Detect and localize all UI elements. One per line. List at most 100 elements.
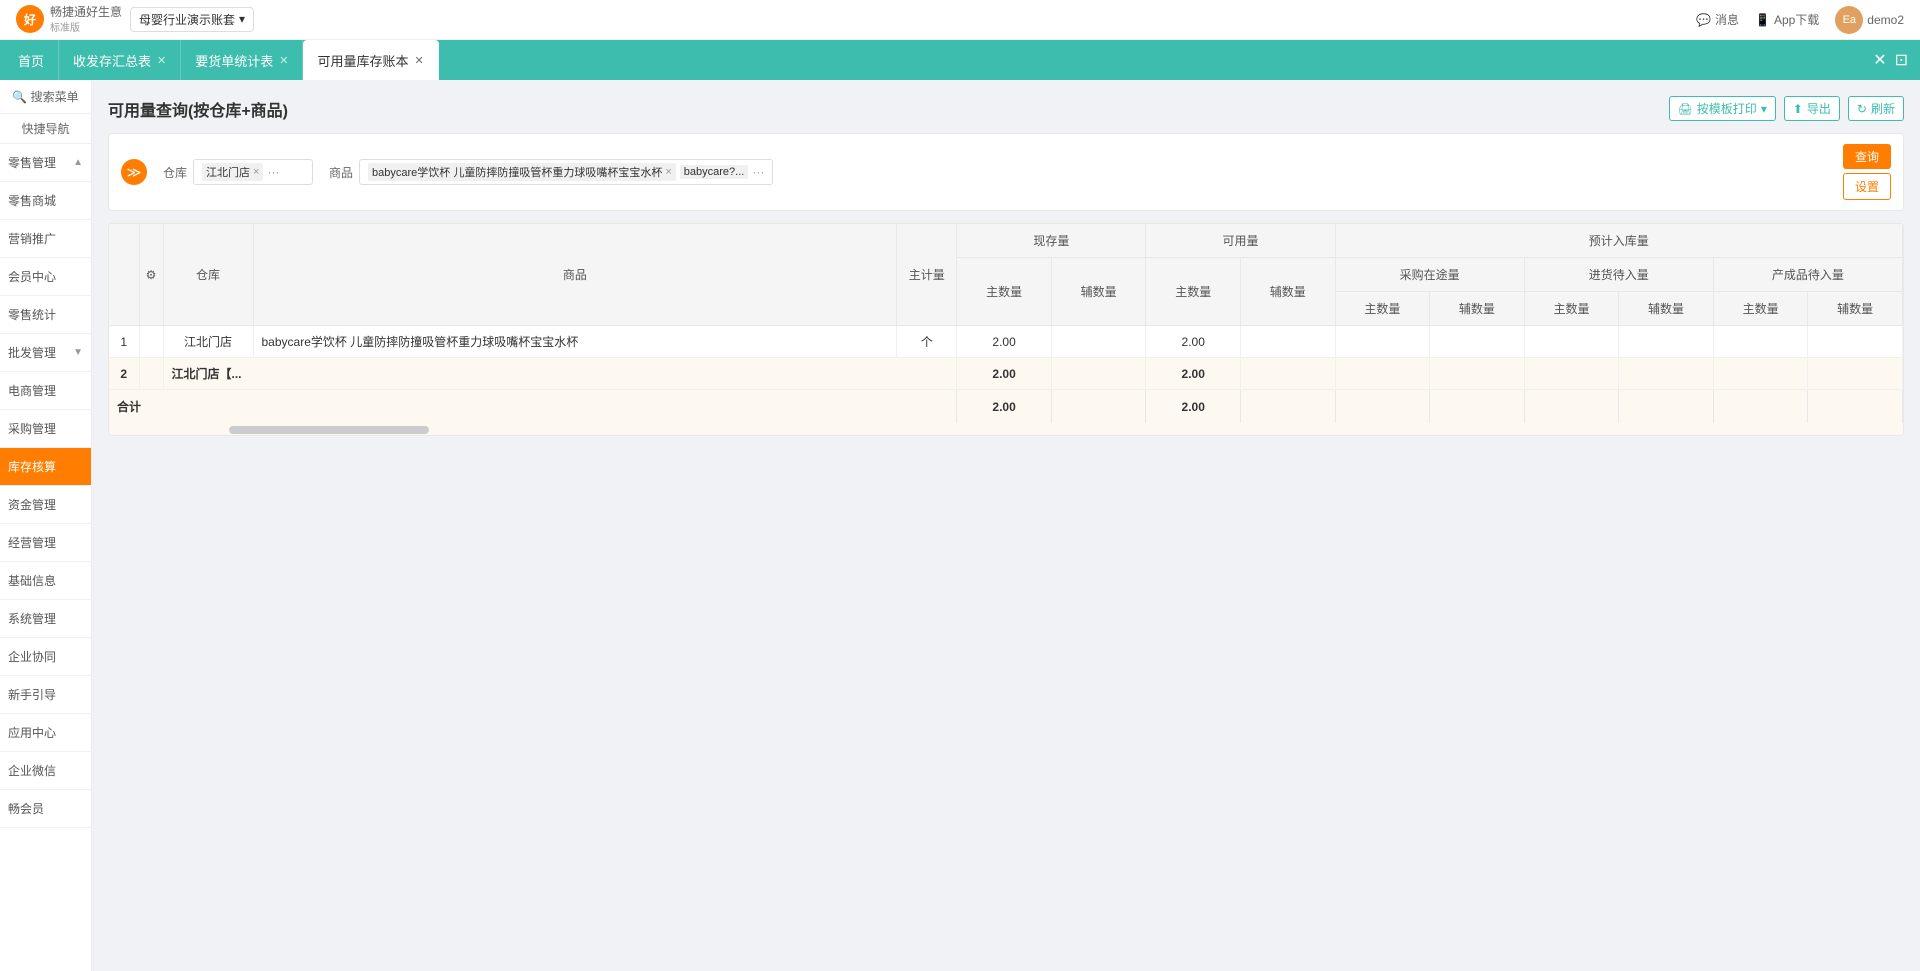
- sidebar-item-system[interactable]: 系统管理: [0, 600, 91, 638]
- subtotal-stock-main: 2.00: [957, 358, 1052, 390]
- scrollbar-row: [109, 423, 1903, 435]
- warehouse-more[interactable]: ···: [267, 165, 279, 179]
- cell-stock-aux: [1051, 326, 1146, 358]
- sidebar: 🔍 搜索菜单 快捷导航 零售管理 ▲ 零售商城 营销推广 会员中心 零售统计 批…: [0, 80, 92, 971]
- user-area[interactable]: Ea demo2: [1835, 6, 1904, 34]
- top-bar-right: 💬 消息 📱 App下载 Ea demo2: [1696, 6, 1904, 34]
- filter-bar: ≫ 仓库 江北门店 × ··· 商品 babycare: [108, 133, 1904, 211]
- product-input[interactable]: babycare学饮杯 儿童防摔防撞吸管杯重力球吸嘴杯宝宝水杯 × babyca…: [359, 159, 773, 185]
- col-incoming-main: 主数量: [1524, 292, 1619, 326]
- top-bar: 好 畅捷通好生意 标准版 母婴行业演示账套 ▾ 💬 消息 📱 App下载 Ea …: [0, 0, 1920, 40]
- tab-inventory[interactable]: 可用量库存账本 ✕: [303, 40, 438, 80]
- warehouse-tag-remove[interactable]: ×: [253, 166, 259, 178]
- footer-avail-aux: [1241, 390, 1336, 424]
- sidebar-item-app-center[interactable]: 应用中心: [0, 714, 91, 752]
- col-avail-main: 主数量: [1146, 258, 1241, 326]
- phone-icon: 📱: [1755, 13, 1770, 27]
- filter-warehouse-field: 仓库 江北门店 × ···: [163, 159, 313, 185]
- refresh-btn[interactable]: ↻ 刷新: [1848, 96, 1904, 121]
- sidebar-item-guide[interactable]: 新手引导: [0, 676, 91, 714]
- sidebar-item-app-center-label: 应用中心: [8, 724, 56, 741]
- sidebar-item-vip[interactable]: 畅会员: [0, 790, 91, 828]
- sidebar-item-ecommerce[interactable]: 电商管理: [0, 372, 91, 410]
- cell-stock-main: 2.00: [957, 326, 1052, 358]
- sidebar-search[interactable]: 🔍 搜索菜单: [0, 80, 91, 114]
- sidebar-item-basic-info[interactable]: 基础信息: [0, 562, 91, 600]
- tab-orders-label: 要货单统计表: [195, 51, 273, 70]
- col-incoming-group: 进货待入量: [1524, 258, 1713, 292]
- top-bar-left: 好 畅捷通好生意 标准版 母婴行业演示账套 ▾: [16, 5, 254, 34]
- warehouse-tag-text: 江北门店: [206, 164, 250, 180]
- sidebar-item-warehouse[interactable]: 库存核算: [0, 448, 91, 486]
- sidebar-item-guide-label: 新手引导: [8, 686, 56, 703]
- col-seq: [109, 224, 139, 326]
- col-stock-aux: 辅数量: [1051, 258, 1146, 326]
- settings-icon: ⚙: [146, 268, 157, 282]
- sidebar-item-operations-label: 经营管理: [8, 534, 56, 551]
- tab-receipts[interactable]: 收发存汇总表 ✕: [59, 40, 181, 80]
- message-btn[interactable]: 💬 消息: [1696, 11, 1739, 28]
- footer-stock-main: 2.00: [957, 390, 1052, 424]
- footer-i-aux: [1619, 390, 1714, 424]
- tab-receipts-close[interactable]: ✕: [157, 54, 166, 67]
- col-incoming-aux: 辅数量: [1619, 292, 1714, 326]
- filter-toggle-btn[interactable]: ≫: [121, 159, 147, 185]
- subtotal-row: 2 江北门店【... 2.00 2.00: [109, 358, 1903, 390]
- col-purchase-in-aux: 辅数量: [1430, 292, 1525, 326]
- sidebar-item-operations[interactable]: 经营管理: [0, 524, 91, 562]
- sidebar-item-retail-stats-label: 零售统计: [8, 306, 56, 323]
- sidebar-item-vip-label: 畅会员: [8, 800, 44, 817]
- sidebar-item-finance[interactable]: 资金管理: [0, 486, 91, 524]
- footer-prod-aux: [1808, 390, 1903, 424]
- tab-inventory-label: 可用量库存账本: [317, 51, 408, 70]
- chevron-down-icon: ▼: [73, 347, 83, 358]
- sidebar-item-purchase-label: 采购管理: [8, 420, 56, 437]
- col-stock-group: 现存量: [957, 224, 1146, 258]
- query-button[interactable]: 查询: [1843, 144, 1891, 169]
- warehouse-tag: 江北门店 ×: [202, 163, 263, 181]
- tab-receipts-label: 收发存汇总表: [73, 51, 151, 70]
- tab-orders-close[interactable]: ✕: [279, 54, 288, 67]
- tab-orders[interactable]: 要货单统计表 ✕: [181, 40, 303, 80]
- sidebar-item-enterprise[interactable]: 企业协同: [0, 638, 91, 676]
- footer-stock-aux: [1051, 390, 1146, 424]
- sidebar-item-wechat[interactable]: 企业微信: [0, 752, 91, 790]
- sidebar-item-retail-mall[interactable]: 零售商城: [0, 182, 91, 220]
- subtotal-avail-main: 2.00: [1146, 358, 1241, 390]
- sidebar-item-retail-mgmt[interactable]: 零售管理 ▲: [0, 144, 91, 182]
- product-tag2-text: babycare?...: [684, 166, 745, 178]
- tab-inventory-close[interactable]: ✕: [415, 54, 424, 67]
- sidebar-item-member[interactable]: 会员中心: [0, 258, 91, 296]
- settings-button[interactable]: 设置: [1843, 173, 1891, 200]
- industry-select[interactable]: 母婴行业演示账套 ▾: [130, 7, 254, 32]
- warehouse-input[interactable]: 江北门店 × ···: [193, 159, 313, 185]
- sidebar-nav[interactable]: 快捷导航: [0, 114, 91, 144]
- close-window-btn[interactable]: ✕: [1873, 50, 1886, 70]
- footer-label: 合计: [109, 390, 957, 424]
- app-download-btn[interactable]: 📱 App下载: [1755, 11, 1819, 28]
- product-more[interactable]: ···: [752, 165, 764, 179]
- col-production-main: 主数量: [1713, 292, 1808, 326]
- sidebar-item-marketing[interactable]: 营销推广: [0, 220, 91, 258]
- sidebar-item-retail-stats[interactable]: 零售统计: [0, 296, 91, 334]
- message-icon: 💬: [1696, 13, 1711, 27]
- horizontal-scrollbar[interactable]: [229, 426, 429, 434]
- tab-home[interactable]: 首页: [4, 40, 59, 80]
- sidebar-item-wholesale[interactable]: 批发管理 ▼: [0, 334, 91, 372]
- cell-warehouse: 江北门店: [163, 326, 253, 358]
- dropdown-icon: ▾: [239, 12, 245, 26]
- col-settings[interactable]: ⚙: [139, 224, 163, 326]
- cell-product: babycare学饮杯 儿童防摔防撞吸管杯重力球吸嘴杯宝宝水杯: [253, 326, 897, 358]
- export-btn[interactable]: ⬆ 导出: [1784, 96, 1840, 121]
- subtotal-i-aux: [1619, 358, 1714, 390]
- sidebar-item-retail-mgmt-label: 零售管理: [8, 154, 56, 171]
- cell-incoming-aux: [1619, 326, 1714, 358]
- export-label: 导出: [1807, 100, 1831, 117]
- product-tag1: babycare学饮杯 儿童防摔防撞吸管杯重力球吸嘴杯宝宝水杯 ×: [368, 163, 676, 181]
- maximize-btn[interactable]: ⊡: [1895, 50, 1908, 70]
- product-tag1-remove[interactable]: ×: [665, 166, 671, 178]
- sidebar-item-purchase[interactable]: 采购管理: [0, 410, 91, 448]
- print-dropdown-icon: ▾: [1761, 102, 1767, 116]
- sidebar-item-ecommerce-label: 电商管理: [8, 382, 56, 399]
- print-btn[interactable]: 🖨 按模板打印 ▾: [1669, 96, 1776, 121]
